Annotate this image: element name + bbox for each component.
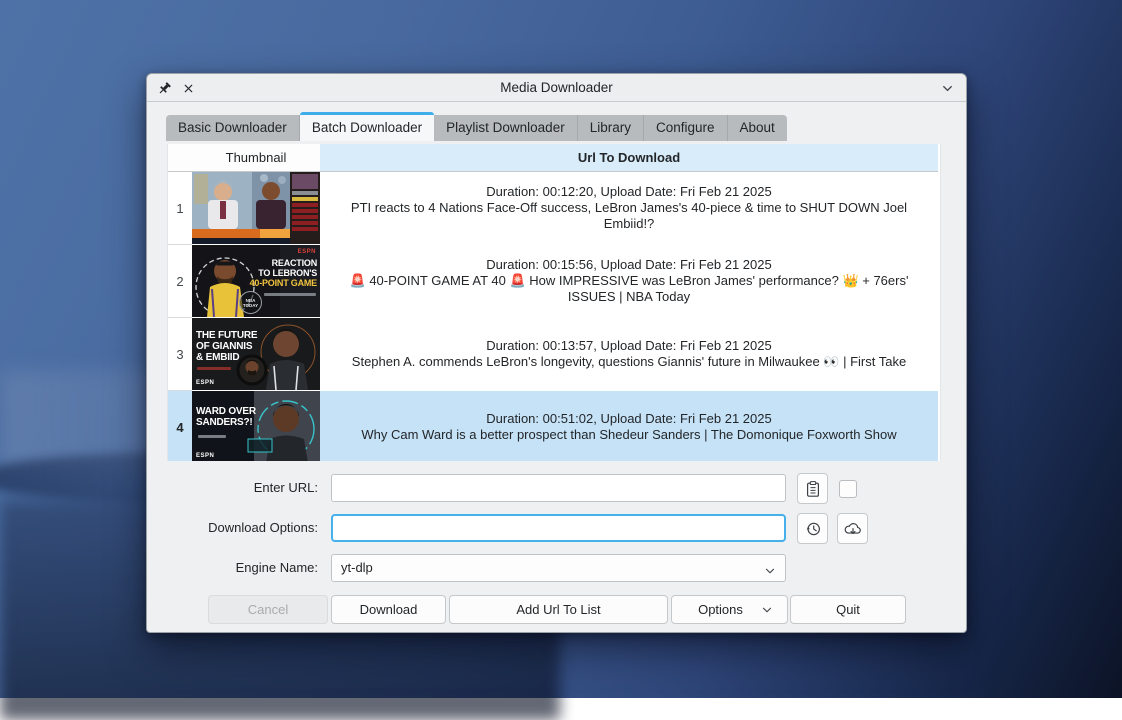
duration-line: Duration: 00:12:20, Upload Date: Fri Feb…: [486, 184, 771, 200]
close-icon[interactable]: [179, 79, 197, 97]
engine-select-value: yt-dlp: [341, 560, 373, 575]
add-url-to-list-button[interactable]: Add Url To List: [449, 595, 668, 624]
tab-batch-downloader[interactable]: Batch Downloader: [300, 112, 434, 141]
window-title: Media Downloader: [147, 74, 966, 101]
chevron-down-icon: [763, 561, 777, 587]
table-row[interactable]: 3 The Fut: [168, 318, 940, 391]
thumb-headline-2: Sanders?!: [196, 417, 256, 428]
engine-select[interactable]: yt-dlp: [331, 554, 786, 582]
paste-clipboard-button[interactable]: [797, 473, 828, 504]
options-history-button[interactable]: [797, 513, 828, 544]
engine-name-label: Engine Name:: [147, 554, 318, 582]
espn-logo: ESPN: [196, 380, 214, 386]
title-line: Why Cam Ward is a better prospect than S…: [361, 427, 896, 443]
thumbnail-image: The Future of Giannis & Embiid ESPN: [192, 318, 320, 390]
batch-table: Thumbnail Url To Download 1: [167, 144, 941, 461]
app-window: Media Downloader Basic Downloader Batch …: [146, 73, 967, 633]
title-line: PTI reacts to 4 Nations Face-Off success…: [324, 200, 934, 232]
tab-configure[interactable]: Configure: [644, 115, 728, 141]
download-button[interactable]: Download: [331, 595, 446, 624]
thumb-headline-1: The Future: [196, 330, 257, 341]
quit-button[interactable]: Quit: [790, 595, 906, 624]
pin-icon[interactable]: [155, 79, 173, 97]
thumb-headline-2: of Giannis: [196, 341, 257, 352]
url-cell: Duration: 00:15:56, Upload Date: Fri Feb…: [320, 245, 938, 317]
url-label: Enter URL:: [147, 474, 318, 502]
thumb-headline-3: & Embiid: [196, 352, 257, 363]
duration-line: Duration: 00:15:56, Upload Date: Fri Feb…: [486, 257, 771, 273]
table-row[interactable]: 1: [168, 172, 940, 245]
chevron-down-icon: [760, 603, 774, 620]
chevron-down-icon[interactable]: [938, 79, 956, 97]
url-checkbox[interactable]: [839, 480, 857, 498]
url-column-header[interactable]: Url To Download: [320, 144, 938, 172]
tab-library[interactable]: Library: [578, 115, 644, 141]
tab-about[interactable]: About: [728, 115, 787, 141]
url-input[interactable]: [331, 474, 786, 502]
row-number-header[interactable]: [168, 144, 192, 172]
url-cell: Duration: 00:12:20, Upload Date: Fri Feb…: [320, 172, 938, 244]
titlebar: Media Downloader: [147, 74, 966, 102]
cancel-button[interactable]: Cancel: [208, 595, 328, 624]
thumbnail-image: Ward Over Sanders?! ESPN: [192, 391, 320, 461]
tab-bar: Basic Downloader Batch Downloader Playli…: [166, 112, 787, 141]
row-number: 1: [168, 172, 192, 245]
download-options-input[interactable]: [331, 514, 786, 542]
tab-basic-downloader[interactable]: Basic Downloader: [166, 115, 300, 141]
thumb-headline-2: to LeBron's: [250, 268, 317, 278]
table-row[interactable]: 2 Reaction to LeBron's: [168, 245, 940, 318]
title-line: 🚨 40-POINT GAME AT 40 🚨 How IMPRESSIVE w…: [324, 273, 934, 305]
table-row-selected[interactable]: 4 Ward Over Sanders?!: [168, 391, 940, 461]
espn-logo: ESPN: [298, 249, 316, 255]
thumbnail-column-header[interactable]: Thumbnail: [192, 144, 320, 172]
thumb-headline-1: Reaction: [250, 258, 317, 268]
url-cell: Duration: 00:13:57, Upload Date: Fri Feb…: [320, 318, 938, 390]
espn-logo: ESPN: [196, 453, 214, 459]
tab-playlist-downloader[interactable]: Playlist Downloader: [434, 115, 578, 141]
thumbnail-image: [192, 172, 320, 244]
thumb-headline-1: Ward Over: [196, 406, 256, 417]
url-cell: Duration: 00:51:02, Upload Date: Fri Feb…: [320, 391, 938, 461]
row-number: 4: [168, 391, 192, 461]
nba-today-logo: NBA TODAY: [239, 291, 262, 314]
duration-line: Duration: 00:13:57, Upload Date: Fri Feb…: [486, 338, 771, 354]
options-button-label: Options: [698, 602, 743, 617]
title-line: Stephen A. commends LeBron's longevity, …: [352, 354, 906, 370]
cloud-download-button[interactable]: [837, 513, 868, 544]
row-number: 2: [168, 245, 192, 318]
table-header-row: Thumbnail Url To Download: [168, 144, 940, 172]
duration-line: Duration: 00:51:02, Upload Date: Fri Feb…: [486, 411, 771, 427]
thumbnail-image: Reaction to LeBron's 40-Point Game ESPN …: [192, 245, 320, 317]
row-number: 3: [168, 318, 192, 391]
thumb-headline-3: 40-Point Game: [250, 278, 317, 288]
options-button[interactable]: Options: [671, 595, 788, 624]
download-options-label: Download Options:: [147, 514, 318, 542]
